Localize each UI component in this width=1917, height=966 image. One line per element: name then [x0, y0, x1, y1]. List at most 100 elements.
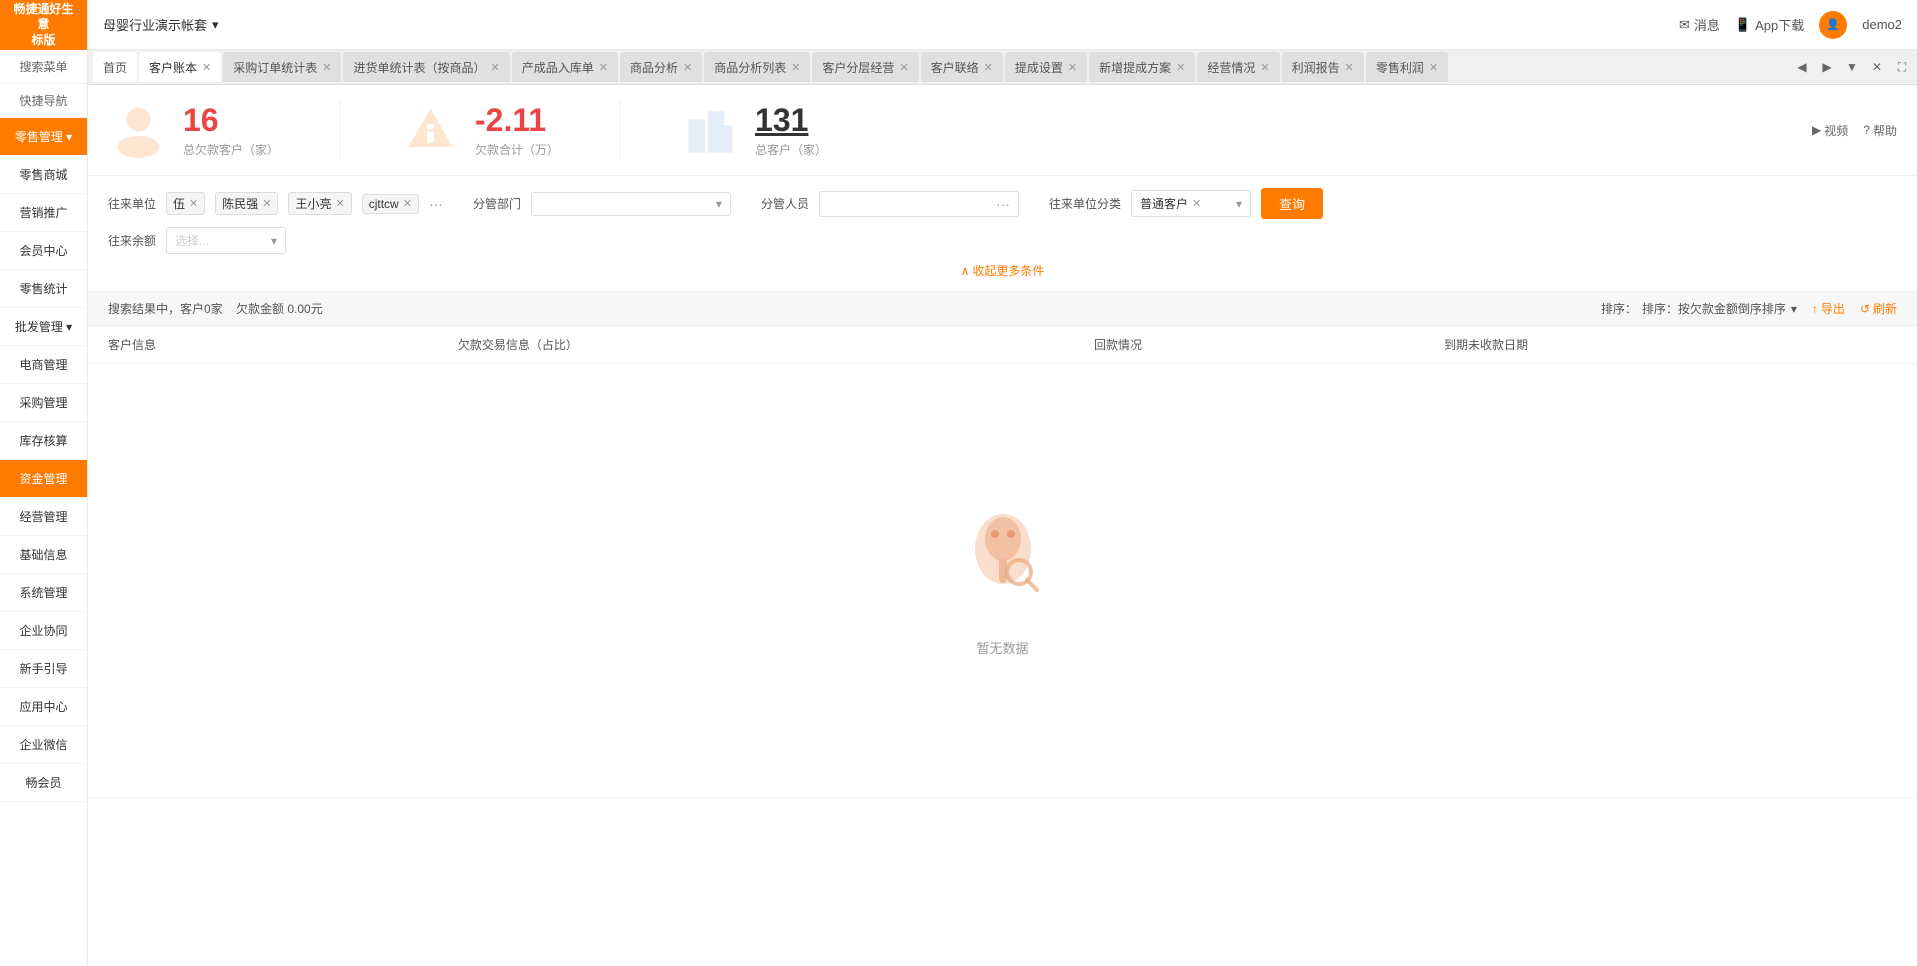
tab-menu-btn[interactable]: ▼: [1842, 57, 1862, 77]
tab-fullscreen-btn[interactable]: ⛶: [1892, 57, 1912, 77]
empty-icon: [953, 504, 1053, 623]
balance-selector[interactable]: 选择... ▾: [166, 227, 286, 254]
result-summary-text: 搜索结果中，客户0家: [108, 302, 223, 316]
user-icon: 👤: [1826, 18, 1840, 31]
tab-product-analysis-list-label: 商品分析列表: [714, 59, 786, 76]
tab-new-commission[interactable]: 新增提成方案 ✕: [1089, 52, 1195, 82]
sidebar-item-wechat[interactable]: 企业微信: [0, 726, 87, 764]
query-button[interactable]: 查询: [1261, 188, 1323, 219]
tab-close-icon[interactable]: ✕: [1260, 61, 1269, 74]
tab-home[interactable]: 首页: [93, 52, 137, 82]
tab-retail-profit[interactable]: 零售利润 ✕: [1366, 52, 1448, 82]
filter-tag-wang[interactable]: 王小亮 ✕: [288, 192, 351, 215]
app-logo: 畅捷通好生意标版: [0, 0, 87, 50]
person-selector[interactable]: ···: [819, 191, 1019, 217]
filter-more-tags-btn[interactable]: ···: [429, 196, 443, 212]
tag-wu-close[interactable]: ✕: [189, 197, 198, 210]
sidebar-item-retail[interactable]: 零售管理 ▾: [0, 118, 87, 156]
col-customer-info: 客户信息: [88, 326, 438, 364]
stat-customers-label: 总欠款客户（家）: [183, 141, 279, 158]
tab-production[interactable]: 产成品入库单 ✕: [512, 52, 618, 82]
sidebar-item-enterprise[interactable]: 企业协同: [0, 612, 87, 650]
sidebar-item-finance[interactable]: 资金管理: [0, 460, 87, 498]
tab-close-icon[interactable]: ✕: [1068, 61, 1077, 74]
col-repayment: 回款情况: [1074, 326, 1424, 364]
tab-product-analysis-list[interactable]: 商品分析列表 ✕: [704, 52, 810, 82]
video-help-btn[interactable]: ▶ 视频: [1812, 122, 1848, 139]
sidebar-item-member[interactable]: 会员中心: [0, 232, 87, 270]
tab-close-icon[interactable]: ✕: [1345, 61, 1354, 74]
person-more-icon[interactable]: ···: [996, 196, 1010, 212]
tag-cj-close[interactable]: ✕: [403, 197, 412, 210]
sort-selector[interactable]: 排序： 排序：按欠款金额倒序排序 ▾: [1601, 300, 1797, 317]
app-download-btn[interactable]: 📱 App下载: [1735, 15, 1804, 34]
sidebar-item-marketing[interactable]: 营销推广: [0, 194, 87, 232]
sidebar-item-operation[interactable]: 经营管理: [0, 498, 87, 536]
tag-wang-close[interactable]: ✕: [336, 197, 345, 210]
tag-chen-close[interactable]: ✕: [262, 197, 271, 210]
tab-commission-settings[interactable]: 提成设置 ✕: [1005, 52, 1087, 82]
user-avatar[interactable]: 👤: [1819, 11, 1847, 39]
tag-normal-close[interactable]: ✕: [1192, 197, 1201, 210]
tab-customer-contact[interactable]: 客户联络 ✕: [921, 52, 1003, 82]
filter-tag-wu[interactable]: 伍 ✕: [166, 192, 205, 215]
filter-tag-normal[interactable]: 普通客户 ✕: [1140, 195, 1201, 212]
empty-state: 暂无数据: [88, 424, 1917, 737]
col-due-date: 到期未收款日期: [1424, 326, 1917, 364]
sidebar-item-ecommerce[interactable]: 电商管理: [0, 346, 87, 384]
tab-product-analysis[interactable]: 商品分析 ✕: [620, 52, 702, 82]
sidebar-item-search[interactable]: 搜索菜单: [0, 50, 87, 84]
category-selector[interactable]: 普通客户 ✕ ▾: [1131, 190, 1251, 217]
tab-customer-ledger[interactable]: 客户账本 ✕: [139, 52, 221, 82]
app-logo-text: 畅捷通好生意标版: [10, 2, 77, 49]
sidebar-item-basic[interactable]: 基础信息: [0, 536, 87, 574]
tab-close-icon[interactable]: ✕: [599, 61, 608, 74]
filter-tag-chen[interactable]: 陈民强 ✕: [215, 192, 278, 215]
topbar: 母婴行业演示帐套 ▾ ✉ 消息 📱 App下载 👤 demo2: [88, 0, 1917, 50]
page-content: 16 总欠款客户（家） -2.11 欠款合计（万）: [88, 85, 1917, 966]
tab-profit-report-label: 利润报告: [1292, 59, 1340, 76]
tab-close-icon[interactable]: ✕: [683, 61, 692, 74]
tab-profit-report[interactable]: 利润报告 ✕: [1282, 52, 1364, 82]
tab-close-icon[interactable]: ✕: [984, 61, 993, 74]
tab-operation[interactable]: 经营情况 ✕: [1197, 52, 1279, 82]
tab-customer-ledger-label: 客户账本: [149, 59, 197, 76]
account-selector[interactable]: 母婴行业演示帐套 ▾: [103, 15, 219, 34]
sidebar-item-inventory[interactable]: 库存核算: [0, 422, 87, 460]
tab-next-btn[interactable]: ▶: [1817, 57, 1837, 77]
messages-btn[interactable]: ✉ 消息: [1679, 15, 1720, 34]
tab-close-icon[interactable]: ✕: [322, 61, 331, 74]
sidebar-item-system[interactable]: 系统管理: [0, 574, 87, 612]
tab-close-icon[interactable]: ✕: [202, 61, 211, 74]
tab-prev-btn[interactable]: ◀: [1792, 57, 1812, 77]
sidebar-item-purchase[interactable]: 采购管理: [0, 384, 87, 422]
dept-selector[interactable]: ▾: [531, 192, 731, 216]
help-area: ▶ 视频 ? 帮助: [1812, 122, 1897, 139]
result-bar: 搜索结果中，客户0家 欠款金额 0.00元 排序： 排序：按欠款金额倒序排序 ▾…: [88, 292, 1917, 326]
sidebar-item-retail-stats[interactable]: 零售统计: [0, 270, 87, 308]
sidebar-item-wholesale[interactable]: 批发管理 ▾: [0, 308, 87, 346]
filter-tag-cj[interactable]: cjttcw ✕: [362, 194, 419, 214]
tab-customer-tier[interactable]: 客户分层经营 ✕: [812, 52, 918, 82]
tab-close-icon[interactable]: ✕: [1176, 61, 1185, 74]
tab-close-icon[interactable]: ✕: [791, 61, 800, 74]
help-btn[interactable]: ? 帮助: [1863, 122, 1897, 139]
tab-close-icon[interactable]: ✕: [491, 61, 500, 74]
refresh-btn[interactable]: ↺ 刷新: [1860, 300, 1897, 317]
tab-inbound-stats[interactable]: 进货单统计表（按商品） ✕: [343, 52, 509, 82]
sidebar-item-app-center[interactable]: 应用中心: [0, 688, 87, 726]
tab-close-icon[interactable]: ✕: [899, 61, 908, 74]
sidebar-item-quick-nav[interactable]: 快捷导航: [0, 84, 87, 118]
sidebar-item-guide[interactable]: 新手引导: [0, 650, 87, 688]
tab-purchase-stats[interactable]: 采购订单统计表 ✕: [223, 52, 341, 82]
stat-icon-customers: [108, 100, 168, 160]
export-btn[interactable]: ↑ 导出: [1812, 300, 1845, 317]
sidebar-item-retail-mall[interactable]: 零售商城: [0, 156, 87, 194]
sidebar-item-changhui[interactable]: 畅会员: [0, 764, 87, 802]
dept-arrow-icon: ▾: [716, 197, 722, 211]
empty-row: 暂无数据: [88, 364, 1917, 798]
tab-close-icon[interactable]: ✕: [1429, 61, 1438, 74]
collapse-btn[interactable]: ∧ 收起更多条件: [961, 262, 1045, 279]
stat-total-value: 131: [755, 102, 827, 139]
tab-close-all-btn[interactable]: ✕: [1867, 57, 1887, 77]
